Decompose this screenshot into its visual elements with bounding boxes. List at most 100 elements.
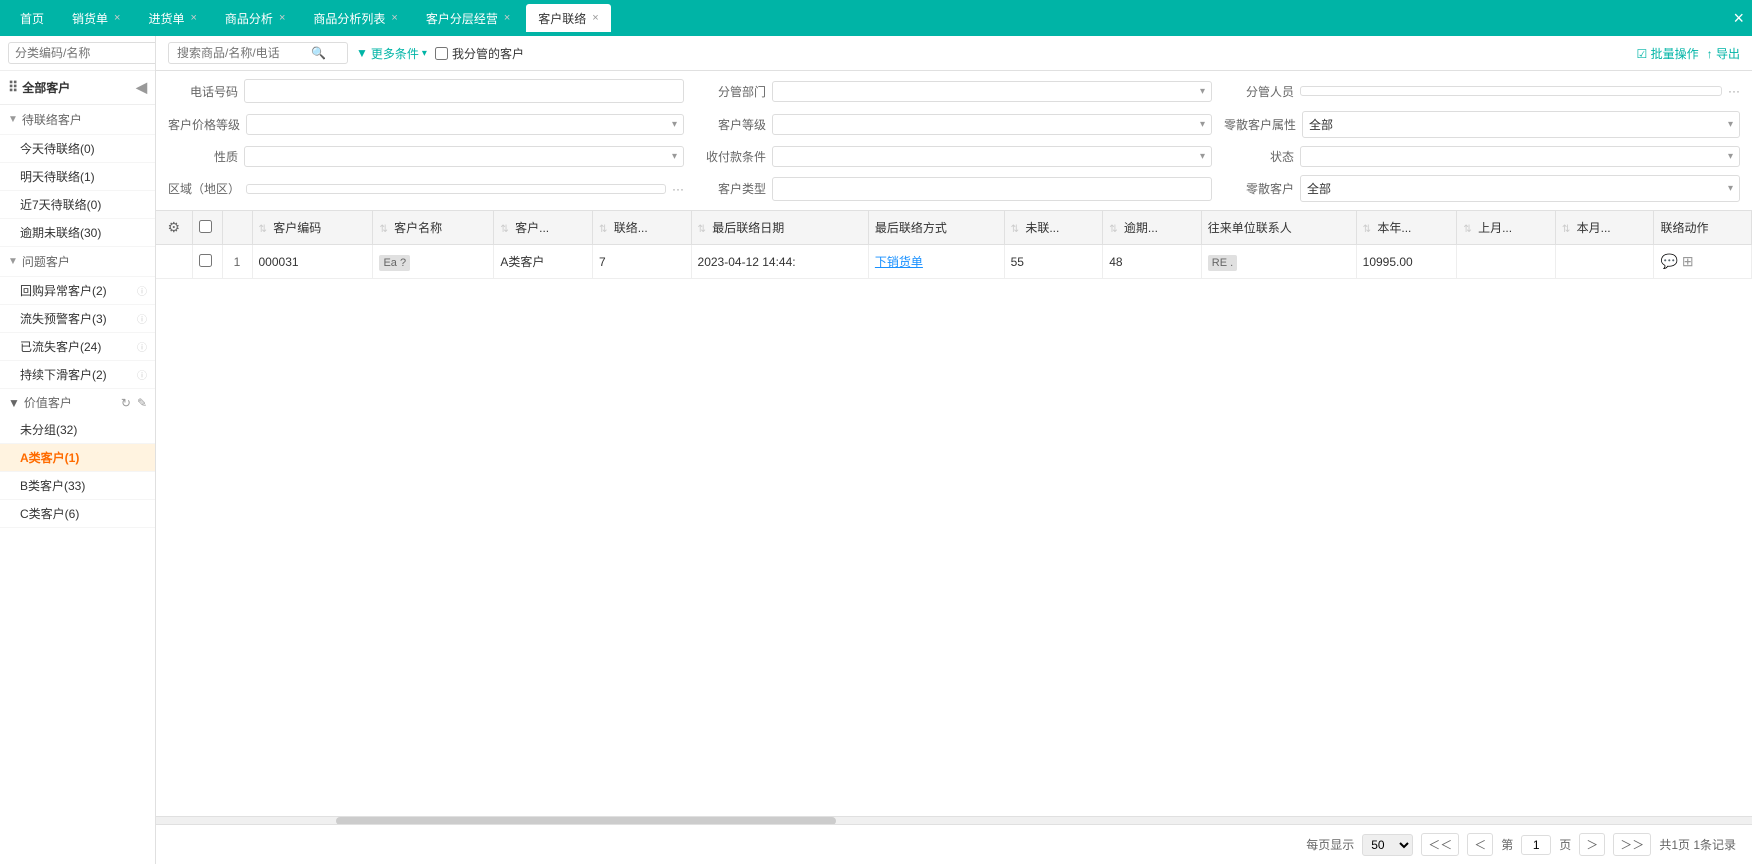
- next-page-button[interactable]: ＞: [1579, 833, 1605, 856]
- status-select[interactable]: ▾: [1300, 146, 1740, 167]
- no-contact-col-header[interactable]: ⇅ 未联...: [1004, 211, 1103, 245]
- last-date-col-header[interactable]: ⇅ 最后联络日期: [691, 211, 868, 245]
- sidebar-item-repurchase-abnormal[interactable]: 回购异常客户(2) ⓘ: [0, 277, 155, 305]
- edit-icon[interactable]: ✎: [137, 396, 147, 410]
- nav-tab-goods-analysis[interactable]: 商品分析 ×: [213, 4, 297, 32]
- row-checkbox-cell[interactable]: [192, 245, 222, 279]
- sidebar-item-tomorrow[interactable]: 明天待联络(1): [0, 163, 155, 191]
- last-month-sort-icon: ⇅: [1463, 224, 1471, 235]
- sidebar-item-7days[interactable]: 近7天待联络(0): [0, 191, 155, 219]
- customer-level-select[interactable]: ▾: [772, 114, 1212, 135]
- sidebar-value-section-header[interactable]: ▼ 价值客户 ↻ ✎: [0, 389, 155, 416]
- info-icon-4: ⓘ: [137, 367, 147, 382]
- refresh-icon[interactable]: ↻: [121, 396, 131, 410]
- row-code-cell[interactable]: 000031: [252, 245, 373, 279]
- nav-tab-home[interactable]: 首页: [8, 4, 56, 32]
- churn-warning-label: 流失预警客户(3): [20, 310, 107, 327]
- filter-search-input[interactable]: [177, 46, 307, 60]
- close-goods-analysis-icon[interactable]: ×: [279, 12, 285, 24]
- contact-col-label: 联络...: [614, 221, 648, 235]
- sidebar-collapse-icon[interactable]: ◀: [136, 79, 147, 96]
- nav-tab-sales[interactable]: 销货单 ×: [60, 4, 132, 32]
- region-select[interactable]: [246, 184, 666, 194]
- row-checkbox[interactable]: [199, 254, 212, 267]
- filter-more-button[interactable]: ▼ 更多条件 ▾: [356, 45, 427, 62]
- horizontal-scrollbar[interactable]: [156, 816, 1752, 824]
- sidebar-problem-group[interactable]: ▼ 问题客户: [0, 247, 155, 277]
- phone-input[interactable]: [244, 79, 684, 103]
- overdue-col-header[interactable]: ⇅ 逾期...: [1103, 211, 1202, 245]
- name-sort-icon: ⇅: [379, 224, 387, 235]
- checkbox-col-header[interactable]: [192, 211, 222, 245]
- page-label: 第: [1501, 836, 1513, 853]
- contact-col-header[interactable]: ⇅ 联络...: [592, 211, 691, 245]
- chat-action-icon[interactable]: 💬: [1660, 253, 1677, 270]
- sidebar-item-class-a[interactable]: A类客户(1): [0, 444, 155, 472]
- close-goods-analysis-list-icon[interactable]: ×: [391, 12, 397, 24]
- close-all-tabs-button[interactable]: ×: [1733, 8, 1744, 29]
- gear-icon[interactable]: ⚙: [167, 219, 180, 235]
- nature-arrow-icon: ▾: [672, 151, 677, 162]
- retail-attr-label: 零散客户属性: [1224, 116, 1296, 133]
- sidebar-item-class-c[interactable]: C类客户(6): [0, 500, 155, 528]
- row-type: A类客户: [500, 255, 544, 269]
- total-info: 共1页 1条记录: [1659, 836, 1736, 853]
- name-col-header[interactable]: ⇅ 客户名称: [373, 211, 494, 245]
- batch-ops-button[interactable]: ☑ 批量操作: [1637, 45, 1699, 62]
- type-col-header[interactable]: ⇅ 客户...: [494, 211, 593, 245]
- sidebar-item-churned[interactable]: 已流失客户(24) ⓘ: [0, 333, 155, 361]
- nature-select[interactable]: ▾: [244, 146, 684, 167]
- select-all-checkbox[interactable]: [199, 220, 212, 233]
- export-button[interactable]: ↑ 导出: [1707, 45, 1740, 62]
- sidebar-item-class-b[interactable]: B类客户(33): [0, 472, 155, 500]
- manager-select[interactable]: [1300, 86, 1722, 96]
- phone-label: 电话号码: [168, 83, 238, 100]
- manager-dots-icon[interactable]: ···: [1728, 84, 1740, 98]
- page-number-input[interactable]: [1521, 835, 1551, 855]
- grid-action-icon[interactable]: ⊞: [1682, 253, 1694, 270]
- payment-arrow-icon: ▾: [1200, 151, 1205, 162]
- this-month-col-header[interactable]: ⇅ 本月...: [1555, 211, 1654, 245]
- row-name-cell[interactable]: Ea ?: [373, 245, 494, 279]
- sidebar-item-overdue[interactable]: 逾期未联络(30): [0, 219, 155, 247]
- close-purchase-icon[interactable]: ×: [190, 12, 196, 24]
- row-last-method[interactable]: 下销货单: [875, 255, 923, 269]
- price-level-select[interactable]: ▾: [246, 114, 684, 135]
- sidebar-item-today[interactable]: 今天待联络(0): [0, 135, 155, 163]
- row-no-contact: 55: [1011, 255, 1024, 269]
- row-no-contact-cell: 55: [1004, 245, 1103, 279]
- retail-attr-select[interactable]: 全部 ▾: [1302, 111, 1740, 138]
- per-page-select[interactable]: 50 100 200: [1362, 834, 1413, 856]
- nav-tab-purchase[interactable]: 进货单 ×: [136, 4, 208, 32]
- sidebar-search-input[interactable]: [8, 42, 156, 64]
- nav-tab-customer-segment[interactable]: 客户分层经营 ×: [414, 4, 522, 32]
- retail-customer-select[interactable]: 全部 ▾: [1300, 175, 1740, 202]
- my-customers-checkbox[interactable]: [435, 47, 448, 60]
- sidebar-item-churn-warning[interactable]: 流失预警客户(3) ⓘ: [0, 305, 155, 333]
- close-customer-contact-icon[interactable]: ×: [592, 12, 598, 24]
- customer-type-input[interactable]: [772, 177, 1212, 201]
- row-last-method-cell[interactable]: 下销货单: [868, 245, 1004, 279]
- sidebar-item-declining[interactable]: 持续下滑客户(2) ⓘ: [0, 361, 155, 389]
- sidebar-pending-group[interactable]: ▼ 待联络客户: [0, 105, 155, 135]
- main-content: 🔍 ▼ 更多条件 ▾ 我分管的客户 ☑ 批量操作 ↑ 导出: [156, 36, 1752, 864]
- last-month-col-header[interactable]: ⇅ 上月...: [1457, 211, 1556, 245]
- row-overdue-cell: 48: [1103, 245, 1202, 279]
- close-sales-icon[interactable]: ×: [114, 12, 120, 24]
- region-dots-icon[interactable]: ···: [672, 182, 684, 196]
- nav-tab-customer-contact[interactable]: 客户联络 ×: [526, 4, 610, 32]
- this-year-col-header[interactable]: ⇅ 本年...: [1356, 211, 1457, 245]
- dept-select[interactable]: ▾: [772, 81, 1212, 102]
- settings-col-header[interactable]: ⚙: [156, 211, 192, 245]
- first-page-button[interactable]: ＜＜: [1421, 833, 1459, 856]
- close-customer-segment-icon[interactable]: ×: [504, 12, 510, 24]
- filter-search-icon[interactable]: 🔍: [311, 46, 326, 60]
- payment-select[interactable]: ▾: [772, 146, 1212, 167]
- prev-page-button[interactable]: ＜: [1467, 833, 1493, 856]
- sidebar-item-unclassified[interactable]: 未分组(32): [0, 416, 155, 444]
- nav-tab-goods-analysis-list[interactable]: 商品分析列表 ×: [301, 4, 409, 32]
- filter-retail-attr-row: 零散客户属性 全部 ▾: [1224, 111, 1740, 138]
- my-customers-checkbox-area[interactable]: 我分管的客户: [435, 45, 524, 62]
- last-page-button[interactable]: ＞＞: [1613, 833, 1651, 856]
- code-col-header[interactable]: ⇅ 客户编码: [252, 211, 373, 245]
